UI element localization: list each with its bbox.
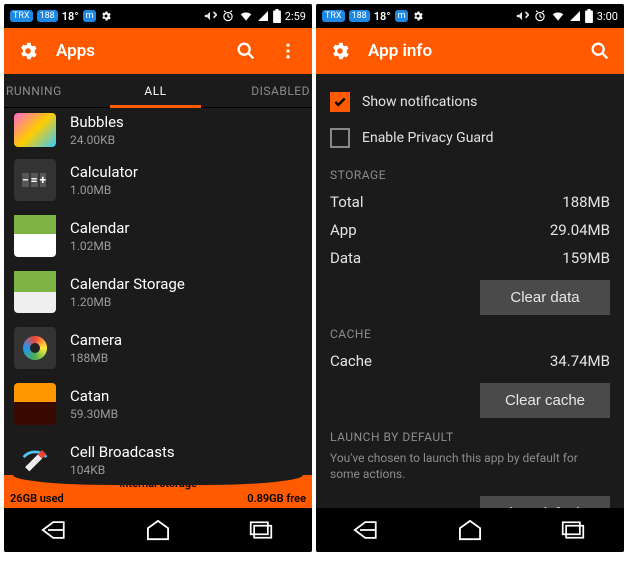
app-row[interactable]: Calendar Storage 1.20MB [4, 264, 312, 320]
app-size: 1.00MB [70, 183, 138, 197]
app-name: Catan [70, 387, 118, 405]
battery-icon [585, 9, 593, 23]
clear-cache-button[interactable]: Clear cache [480, 383, 610, 418]
section-launch: Launch by default [330, 430, 610, 444]
app-name: Calendar [70, 219, 130, 237]
app-row[interactable]: Calendar 1.02MB [4, 208, 312, 264]
app-list[interactable]: Bubbles 24.00KB −=+ Calculator 1.00MB Cale… [4, 108, 312, 475]
alarm-icon [533, 9, 547, 23]
vibrate-icon [203, 9, 217, 23]
status-bar: TRX 188 18° m 3:00 [316, 4, 624, 28]
section-storage: Storage [330, 168, 610, 182]
notif-icon: TRX [10, 10, 33, 22]
clear-data-button[interactable]: Clear data [480, 280, 610, 315]
wifi-icon [551, 9, 565, 23]
app-icon [14, 113, 56, 147]
home-icon[interactable] [141, 513, 175, 547]
app-name: Calculator [70, 163, 138, 181]
clock: 2:59 [285, 10, 306, 23]
nav-bar [316, 508, 624, 552]
launch-desc: You've chosen to launch this app by defa… [330, 450, 610, 482]
tab-all[interactable]: All [79, 75, 232, 107]
storage-used: 26GB used [10, 492, 64, 505]
app-name: Camera [70, 331, 122, 349]
notif-icon: TRX [322, 10, 345, 22]
storage-data: Data159MB [330, 244, 610, 272]
clock: 3:00 [597, 10, 618, 23]
app-size: 24.00KB [70, 133, 124, 147]
tab-running[interactable]: Running [4, 75, 79, 107]
app-info-panel[interactable]: Show notifications Enable Privacy Guard … [316, 74, 624, 508]
notif-icon: 188 [349, 10, 370, 22]
app-name: Cell Broadcasts [70, 443, 175, 461]
storage-bar: Internal storage 26GB used 0.89GB free [4, 475, 312, 508]
gear-icon [100, 10, 112, 22]
app-size: 188MB [70, 351, 122, 365]
cache-row: Cache34.74MB [330, 347, 610, 375]
action-bar: App info [316, 28, 624, 74]
status-bar: TRX 188 18° m 2:59 [4, 4, 312, 28]
back-icon[interactable] [38, 513, 72, 547]
wifi-icon [239, 9, 253, 23]
app-icon [14, 383, 56, 425]
app-row[interactable]: Camera 188MB [4, 320, 312, 376]
overflow-icon[interactable] [274, 37, 302, 65]
phone-right: TRX 188 18° m 3:00 App info [316, 4, 624, 552]
storage-total: Total188MB [330, 188, 610, 216]
section-cache: Cache [330, 327, 610, 341]
app-name: Calendar Storage [70, 275, 185, 293]
app-size: 59.30MB [70, 407, 118, 421]
notif-icon: 188 [37, 10, 58, 22]
settings-icon[interactable] [14, 37, 42, 65]
app-icon [14, 215, 56, 257]
temperature: 18° [62, 10, 79, 23]
storage-free: 0.89GB free [247, 492, 306, 505]
app-icon [14, 327, 56, 369]
app-row[interactable]: −=+ Calculator 1.00MB [4, 152, 312, 208]
search-icon[interactable] [232, 37, 260, 65]
privacy-guard-row[interactable]: Enable Privacy Guard [330, 120, 610, 156]
signal-icon [569, 10, 581, 22]
signal-icon [257, 10, 269, 22]
page-title: Apps [56, 41, 218, 61]
app-icon: −=+ [14, 159, 56, 201]
alarm-icon [221, 9, 235, 23]
notif-icon: m [83, 10, 97, 22]
back-icon[interactable] [350, 513, 384, 547]
storage-app: App29.04MB [330, 216, 610, 244]
temperature: 18° [374, 10, 391, 23]
settings-icon[interactable] [326, 37, 354, 65]
tab-disabled[interactable]: Disabled [232, 75, 312, 107]
app-size: 1.02MB [70, 239, 130, 253]
show-notifications-row[interactable]: Show notifications [330, 84, 610, 120]
battery-icon [273, 9, 281, 23]
checkbox-icon[interactable] [330, 128, 350, 148]
search-icon[interactable] [586, 37, 614, 65]
recent-icon[interactable] [244, 513, 278, 547]
home-icon[interactable] [453, 513, 487, 547]
app-row[interactable]: Catan 59.30MB [4, 376, 312, 432]
nav-bar [4, 508, 312, 552]
action-bar: Apps [4, 28, 312, 74]
checkbox-label: Show notifications [362, 94, 477, 110]
recent-icon[interactable] [556, 513, 590, 547]
app-row[interactable]: Cell Broadcasts 104KB [4, 432, 312, 475]
tabs: Running All Disabled [4, 74, 312, 108]
app-icon [14, 271, 56, 313]
phone-left: TRX 188 18° m 2:59 Apps [4, 4, 312, 552]
notif-icon: m [395, 10, 409, 22]
app-size: 104KB [70, 463, 175, 475]
app-row[interactable]: Bubbles 24.00KB [4, 108, 312, 152]
clear-defaults-button[interactable]: Clear defaults [480, 496, 610, 508]
app-icon [14, 439, 56, 475]
app-size: 1.20MB [70, 295, 185, 309]
checkbox-icon[interactable] [330, 92, 350, 112]
vibrate-icon [515, 9, 529, 23]
gear-icon [412, 10, 424, 22]
page-title: App info [368, 41, 572, 61]
checkbox-label: Enable Privacy Guard [362, 130, 494, 146]
app-name: Bubbles [70, 113, 124, 131]
